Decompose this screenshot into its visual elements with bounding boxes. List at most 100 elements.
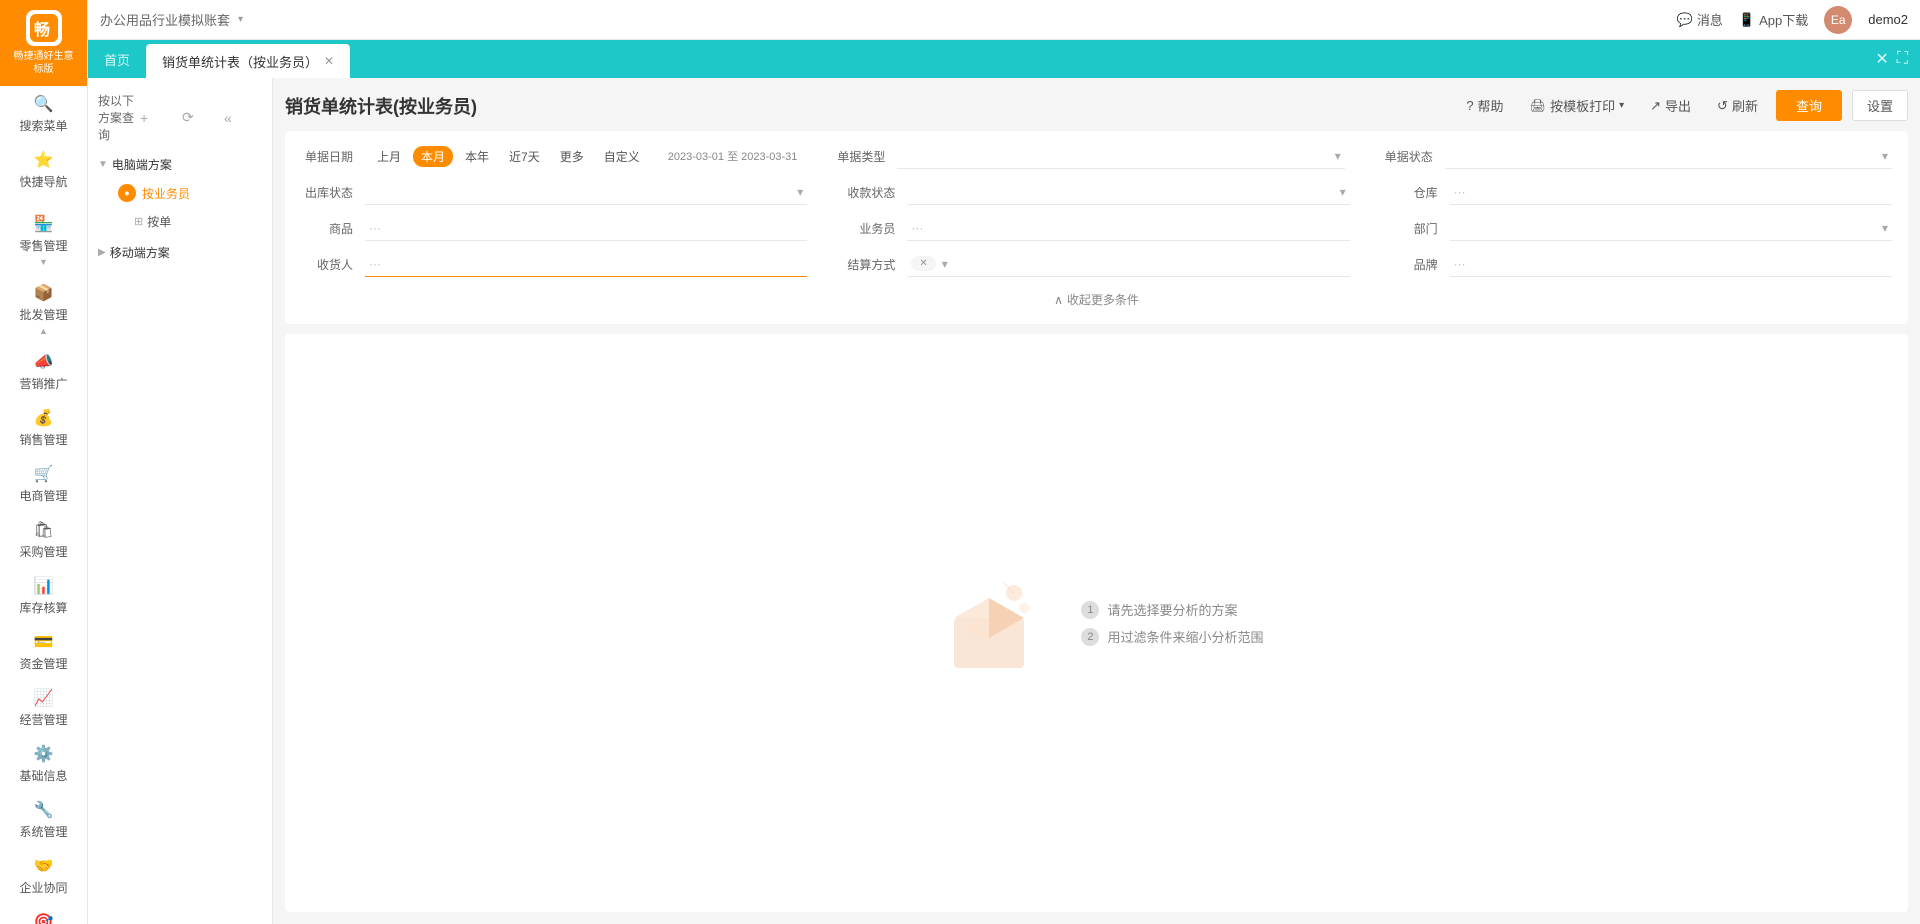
settings-button[interactable]: 设置 (1852, 90, 1908, 121)
receipt-dropdown-icon[interactable]: ▾ (1340, 185, 1346, 199)
sidebar: 畅 畅捷通好生意 标版 🔍 搜索菜单 ⭐ 快捷导航 🏪 零售管理 ▼ 📦 批发管… (0, 0, 88, 924)
date-tab-this-month[interactable]: 本月 (413, 146, 453, 167)
date-tab-last-month[interactable]: 上月 (369, 146, 409, 167)
date-tab-7days[interactable]: 近7天 (501, 146, 548, 167)
sidebar-item-retail[interactable]: 🏪 零售管理 ▼ (0, 206, 87, 275)
filter-row-1: 单据日期 上月 本月 本年 近7天 更多 自定义 2023-03-01 至 20… (301, 143, 1892, 169)
sidebar-item-finance[interactable]: 💳 资金管理 (0, 624, 87, 680)
date-tab-custom[interactable]: 自定义 (596, 146, 648, 167)
collapse-panel-icon[interactable]: « (224, 110, 262, 126)
plan-item-by-staff[interactable]: ● 按业务员 (88, 178, 272, 208)
brand-control[interactable]: ··· (1450, 251, 1892, 277)
breadcrumb-dropdown-icon[interactable]: ▾ (238, 14, 243, 25)
plan-group-mobile-header[interactable]: ▶ 移动端方案 (88, 239, 272, 266)
sidebar-item-newuser[interactable]: 🎯 新手引导 (0, 904, 87, 924)
sidebar-finance-label: 资金管理 (19, 655, 67, 672)
ecommerce-icon: 🛒 (34, 464, 54, 484)
payment-label: 结算方式 (843, 256, 895, 273)
add-plan-icon[interactable]: + (140, 110, 178, 126)
warehouse-control[interactable]: ··· (1450, 179, 1892, 205)
plan-sub-item-by-doc[interactable]: ⊞ 按单 (88, 208, 272, 235)
sidebar-item-quick-nav[interactable]: ⭐ 快捷导航 (0, 142, 87, 198)
logo-icon: 畅 (26, 10, 62, 46)
app-name: 畅捷通好生意 (14, 50, 74, 63)
payment-control[interactable]: ✕ ▾ (907, 251, 1349, 277)
refresh-label: 刷新 (1732, 96, 1758, 115)
sidebar-item-wholesale[interactable]: 📦 批发管理 ▲ (0, 275, 87, 344)
search-icon: 🔍 (34, 94, 54, 114)
sidebar-item-ecommerce[interactable]: 🛒 电商管理 (0, 456, 87, 512)
payment-dropdown-icon[interactable]: ▾ (942, 257, 948, 271)
plan-group-mobile-label: 移动端方案 (110, 244, 170, 261)
sidebar-logo[interactable]: 畅 畅捷通好生意 标版 (0, 0, 87, 86)
payment-tag: ✕ (911, 256, 935, 271)
refresh-btn[interactable]: ↺ 刷新 (1709, 92, 1766, 119)
staff-placeholder: ··· (911, 221, 1345, 235)
sidebar-operations-label: 经营管理 (19, 711, 67, 728)
refresh-plan-icon[interactable]: ⟳ (182, 109, 220, 126)
sidebar-item-basic[interactable]: ⚙️ 基础信息 (0, 736, 87, 792)
receipt-control[interactable]: ▾ (907, 179, 1349, 205)
user-avatar[interactable]: Ea (1824, 6, 1852, 34)
wholesale-arrow: ▲ (39, 326, 48, 336)
filter-row-3: 商品 ··· 业务员 ··· 部门 ▾ (301, 215, 1892, 241)
sidebar-item-search[interactable]: 🔍 搜索菜单 (0, 86, 87, 142)
retail-icon: 🏪 (34, 214, 54, 234)
sidebar-item-sales[interactable]: 💰 销售管理 (0, 400, 87, 456)
sidebar-item-enterprise[interactable]: 🤝 企业协同 (0, 848, 87, 904)
status-dropdown-icon[interactable]: ▾ (1882, 149, 1888, 163)
page-actions: ? 帮助 🖨 按模板打印 ▾ ↗ 导出 ↺ 刷新 (1458, 90, 1908, 121)
sidebar-system-label: 系统管理 (19, 823, 67, 840)
username[interactable]: demo2 (1868, 12, 1908, 27)
sidebar-wholesale-label: 批发管理 (19, 306, 67, 323)
help-icon: ? (1466, 98, 1473, 113)
sidebar-item-system[interactable]: 🔧 系统管理 (0, 792, 87, 848)
tab-close-icon[interactable]: ✕ (324, 54, 334, 68)
staff-control[interactable]: ··· (907, 215, 1349, 241)
receiver-control[interactable]: ··· (365, 251, 807, 277)
hint1-num: 1 (1081, 601, 1099, 619)
empty-text-area: 1 请先选择要分析的方案 2 用过滤条件来缩小分析范围 (1081, 600, 1263, 646)
print-label: 按模板打印 (1550, 96, 1615, 115)
refresh-icon: ↺ (1717, 98, 1728, 114)
sidebar-item-marketing[interactable]: 📣 营销推广 (0, 344, 87, 400)
sidebar-item-purchase[interactable]: 🛍 采购管理 (0, 512, 87, 568)
hint2-num: 2 (1081, 628, 1099, 646)
print-btn[interactable]: 🖨 按模板打印 ▾ (1522, 92, 1633, 119)
empty-hint-2: 2 用过滤条件来缩小分析范围 (1081, 627, 1263, 646)
out-status-control[interactable]: ▾ (365, 179, 807, 205)
tab-home[interactable]: 首页 (88, 40, 146, 78)
topbar-message-btn[interactable]: 💬 消息 (1677, 10, 1723, 29)
plan-group-desktop-header[interactable]: ▼ 电脑端方案 (88, 151, 272, 178)
dept-dropdown-icon[interactable]: ▾ (1882, 221, 1888, 235)
payment-tag-close[interactable]: ✕ (919, 258, 927, 269)
sidebar-item-operations[interactable]: 📈 经营管理 (0, 680, 87, 736)
date-tab-this-year[interactable]: 本年 (457, 146, 497, 167)
tab-sales-stats[interactable]: 销货单统计表（按业务员） ✕ (146, 44, 350, 78)
status-control[interactable]: ▾ (1445, 143, 1892, 169)
finance-icon: 💳 (34, 632, 54, 652)
out-dropdown-icon[interactable]: ▾ (797, 185, 803, 199)
collapse-btn[interactable]: ∧ 收起更多条件 (301, 287, 1892, 312)
filter-area: 单据日期 上月 本月 本年 近7天 更多 自定义 2023-03-01 至 20… (285, 131, 1908, 324)
main-area: 办公用品行业模拟账套 ▾ 💬 消息 📱 App下载 Ea demo2 首页 销货… (88, 0, 1920, 924)
export-btn[interactable]: ↗ 导出 (1642, 92, 1699, 119)
query-button[interactable]: 查询 (1776, 90, 1842, 121)
sidebar-item-inventory[interactable]: 📊 库存核算 (0, 568, 87, 624)
goods-control[interactable]: ··· (365, 215, 807, 241)
tab-minimize-icon[interactable]: ✕ (1875, 49, 1888, 69)
operations-icon: 📈 (34, 688, 54, 708)
date-tab-more[interactable]: 更多 (552, 146, 592, 167)
purchase-icon: 🛍 (33, 520, 53, 540)
collapse-label: 收起更多条件 (1067, 291, 1139, 308)
plan-group-mobile: ▶ 移动端方案 (88, 237, 272, 268)
type-control[interactable]: ▾ (897, 143, 1344, 169)
dept-control[interactable]: ▾ (1450, 215, 1892, 241)
help-btn[interactable]: ? 帮助 (1458, 92, 1511, 119)
date-label: 单据日期 (301, 148, 353, 165)
type-dropdown-icon[interactable]: ▾ (1335, 149, 1341, 163)
tab-expand-icon[interactable]: ⛶ (1897, 50, 1908, 68)
topbar-app-download-btn[interactable]: 📱 App下载 (1739, 10, 1808, 29)
sidebar-sales-label: 销售管理 (19, 431, 67, 448)
plan-sub-icon: ⊞ (134, 215, 143, 228)
